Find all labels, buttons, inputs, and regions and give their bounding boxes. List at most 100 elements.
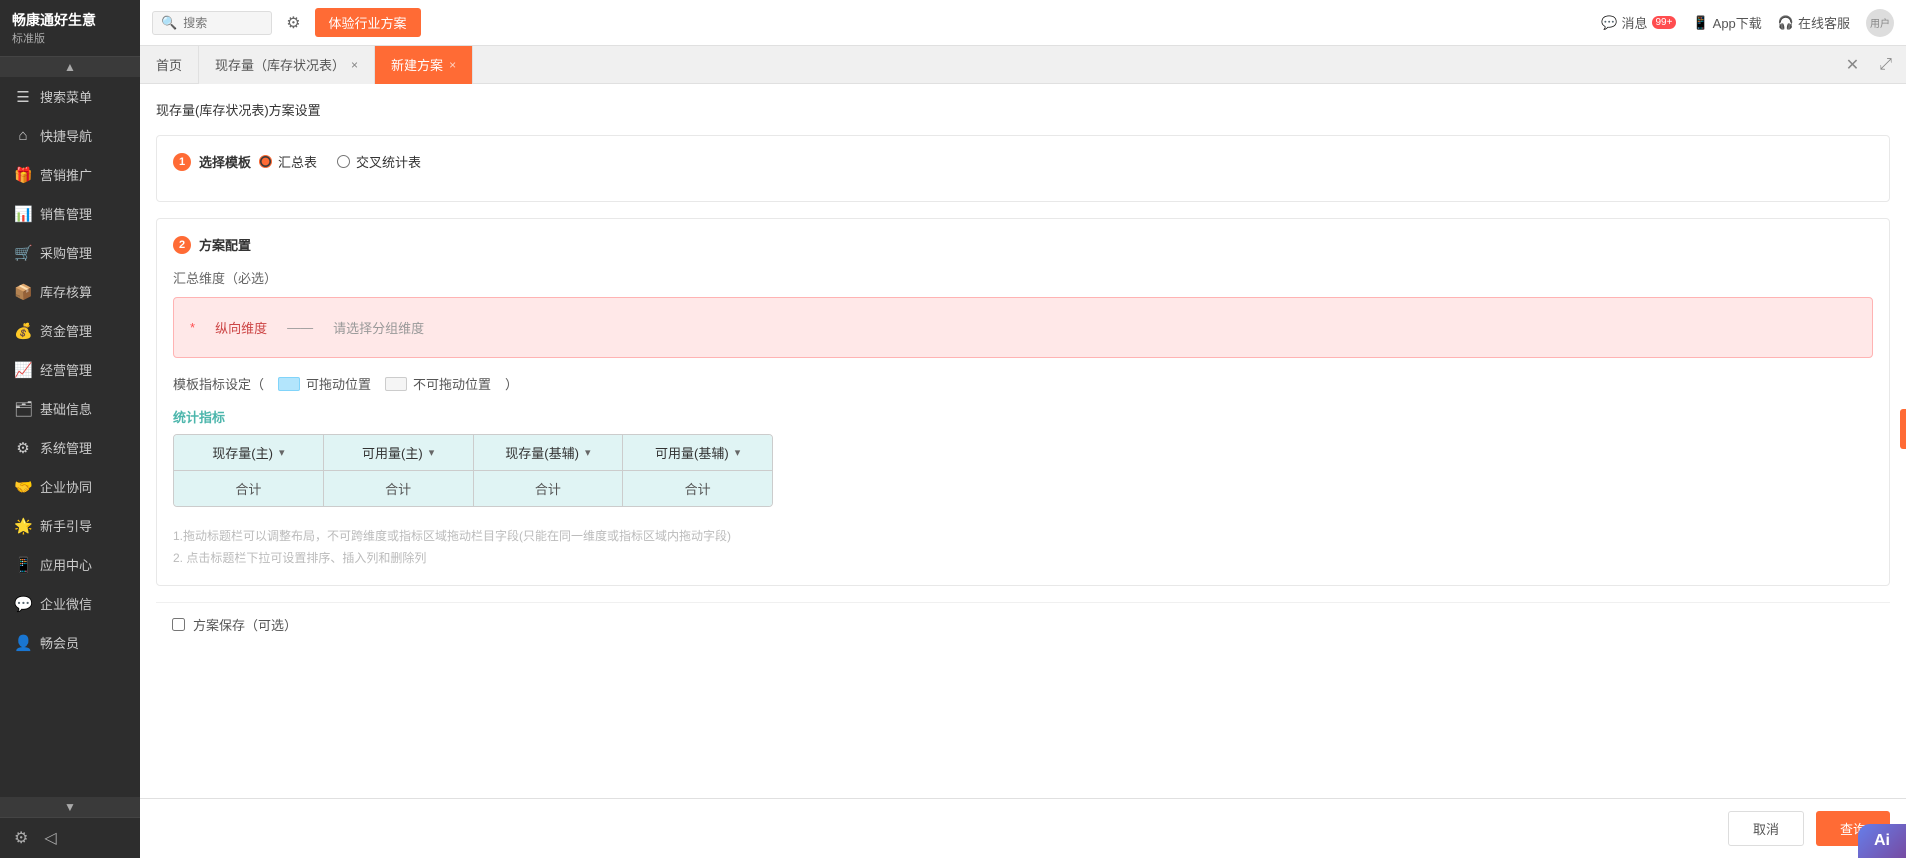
search-icon: 🔍 [161, 15, 177, 31]
folder-icon: 🗂 [14, 400, 32, 418]
box-icon: 📦 [14, 283, 32, 301]
dim-placeholder: 请选择分组维度 [333, 318, 424, 337]
tab-expand-button[interactable]: ⤢ [1873, 54, 1898, 76]
radio-cross-input[interactable] [337, 155, 350, 168]
tab-inventory-status[interactable]: 现存量（库存状况表） × [199, 46, 375, 84]
sidebar-bottom: ⚙ ◁ [0, 817, 140, 858]
sound-icon[interactable]: ◁ [44, 828, 56, 848]
search-input[interactable] [183, 16, 263, 30]
sidebar-scroll-up[interactable]: ▲ [0, 57, 140, 77]
menu-icon: ☰ [14, 88, 32, 106]
sidebar-item-purchase[interactable]: 🛒 采购管理 [0, 233, 140, 272]
radio-summary-label: 汇总表 [278, 152, 317, 171]
sidebar-item-label: 基础信息 [40, 399, 92, 418]
money-icon: 💰 [14, 322, 32, 340]
sidebar-item-app-center[interactable]: 📱 应用中心 [0, 545, 140, 584]
top-bar-left: 🔍 ⚙ 体验行业方案 [152, 8, 421, 37]
sidebar-item-quick-nav[interactable]: ⌂ 快捷导航 [0, 116, 140, 155]
radio-summary[interactable]: 汇总表 [259, 152, 317, 171]
tab-bar: 首页 现存量（库存状况表） × 新建方案 × ✕ ⤢ [140, 46, 1906, 84]
online-service-item[interactable]: 🎧 在线客服 [1778, 13, 1850, 32]
headset-icon: 🎧 [1778, 15, 1794, 31]
right-edge-indicator [1900, 409, 1906, 449]
stats-col-1-header[interactable]: 可用量(主) ▾ [324, 435, 473, 471]
tab-home[interactable]: 首页 [140, 46, 199, 84]
trend-icon: 📈 [14, 361, 32, 379]
step2-header: 2 方案配置 [173, 235, 1873, 254]
step2-badge: 2 [173, 236, 191, 254]
chevron-down-icon-2[interactable]: ▾ [585, 446, 591, 459]
gear-button[interactable]: ⚙ [282, 9, 304, 37]
handshake-icon: 🤝 [14, 478, 32, 496]
step2-title: 方案配置 [199, 235, 251, 254]
sidebar-item-finance[interactable]: 💰 资金管理 [0, 311, 140, 350]
sidebar-item-basic-info[interactable]: 🗂 基础信息 [0, 389, 140, 428]
ai-fab-button[interactable]: Ai [1858, 824, 1906, 858]
chevron-down-icon-0[interactable]: ▾ [279, 446, 285, 459]
sidebar-item-search-menu[interactable]: ☰ 搜索菜单 [0, 77, 140, 116]
sidebar-item-label: 新手引导 [40, 516, 92, 535]
sidebar-item-label: 采购管理 [40, 243, 92, 262]
radio-cross-label: 交叉统计表 [356, 152, 421, 171]
draggable-box [278, 377, 300, 391]
stats-col-0: 现存量(主) ▾ 合计 [174, 435, 324, 506]
step1-badge: 1 [173, 153, 191, 171]
online-service-label: 在线客服 [1798, 13, 1850, 32]
avatar[interactable]: 用户 [1866, 9, 1894, 37]
sidebar-item-inventory[interactable]: 📦 库存核算 [0, 272, 140, 311]
stats-title: 统计指标 [173, 407, 1873, 426]
required-mark: * [190, 320, 195, 335]
fixed-box [385, 377, 407, 391]
chevron-down-icon-3[interactable]: ▾ [735, 446, 741, 459]
sidebar-item-new-guide[interactable]: 🌟 新手引导 [0, 506, 140, 545]
tab-close-button[interactable]: ✕ [1840, 53, 1865, 77]
tab-new-plan[interactable]: 新建方案 × [375, 46, 473, 84]
cart-icon: 🛒 [14, 244, 32, 262]
tab-bar-controls: ✕ ⤢ [1840, 53, 1906, 77]
tab-inventory-close[interactable]: × [351, 58, 358, 72]
sidebar-item-operation[interactable]: 📈 经营管理 [0, 350, 140, 389]
stats-col-3-header[interactable]: 可用量(基辅) ▾ [623, 435, 772, 471]
indicator-label: 模板指标设定（ [173, 374, 264, 393]
sidebar-item-member[interactable]: 👤 畅会员 [0, 623, 140, 662]
stats-col-3-body: 合计 [623, 471, 772, 506]
chevron-down-icon-1[interactable]: ▾ [429, 446, 435, 459]
user-name: 用户 [1870, 15, 1890, 30]
sidebar-item-marketing[interactable]: 🎁 营销推广 [0, 155, 140, 194]
stats-col-0-body: 合计 [174, 471, 323, 506]
sidebar-item-wechat[interactable]: 💬 企业微信 [0, 584, 140, 623]
sidebar-item-label: 经营管理 [40, 360, 92, 379]
cancel-button[interactable]: 取消 [1728, 811, 1804, 846]
stats-col-0-header[interactable]: 现存量(主) ▾ [174, 435, 323, 471]
tab-new-plan-close[interactable]: × [449, 58, 456, 72]
message-item[interactable]: 💬 消息 99+ [1601, 13, 1676, 32]
sidebar-item-label: 营销推广 [40, 165, 92, 184]
trial-button[interactable]: 体验行业方案 [315, 8, 421, 37]
stats-col-1: 可用量(主) ▾ 合计 [324, 435, 474, 506]
tip-0: 1.拖动标题栏可以调整布局，不可跨维度或指标区域拖动栏目字段(只能在同一维度或指… [173, 526, 1873, 548]
radio-summary-input[interactable] [259, 155, 272, 168]
separator: —— [287, 320, 313, 335]
settings-icon[interactable]: ⚙ [14, 828, 28, 848]
app-download-item[interactable]: 📱 App下载 [1692, 13, 1761, 32]
sidebar-item-cooperation[interactable]: 🤝 企业协同 [0, 467, 140, 506]
col-3-label: 可用量(基辅) [655, 443, 729, 462]
sidebar-item-system[interactable]: ⚙ 系统管理 [0, 428, 140, 467]
stats-col-2: 现存量(基辅) ▾ 合计 [474, 435, 624, 506]
dimension-box[interactable]: * 纵向维度 —— 请选择分组维度 [173, 297, 1873, 358]
stats-col-1-body: 合计 [324, 471, 473, 506]
message-label: 消息 [1621, 13, 1647, 32]
stats-col-2-body: 合计 [474, 471, 623, 506]
step1-header: 1 选择模板 汇总表 交叉统计表 [173, 152, 1873, 171]
radio-cross[interactable]: 交叉统计表 [337, 152, 421, 171]
home-icon: ⌂ [14, 127, 32, 144]
footer-bar: 取消 查询 [140, 798, 1906, 858]
sidebar-scroll-down[interactable]: ▼ [0, 797, 140, 817]
save-checkbox[interactable] [172, 618, 185, 631]
app-download-label: App下载 [1713, 13, 1762, 32]
sidebar-item-sales[interactable]: 📊 销售管理 [0, 194, 140, 233]
user-icon: 👤 [14, 634, 32, 652]
stats-col-2-header[interactable]: 现存量(基辅) ▾ [474, 435, 623, 471]
indicator-suffix: ） [505, 374, 518, 393]
sidebar-item-label: 搜索菜单 [40, 87, 92, 106]
